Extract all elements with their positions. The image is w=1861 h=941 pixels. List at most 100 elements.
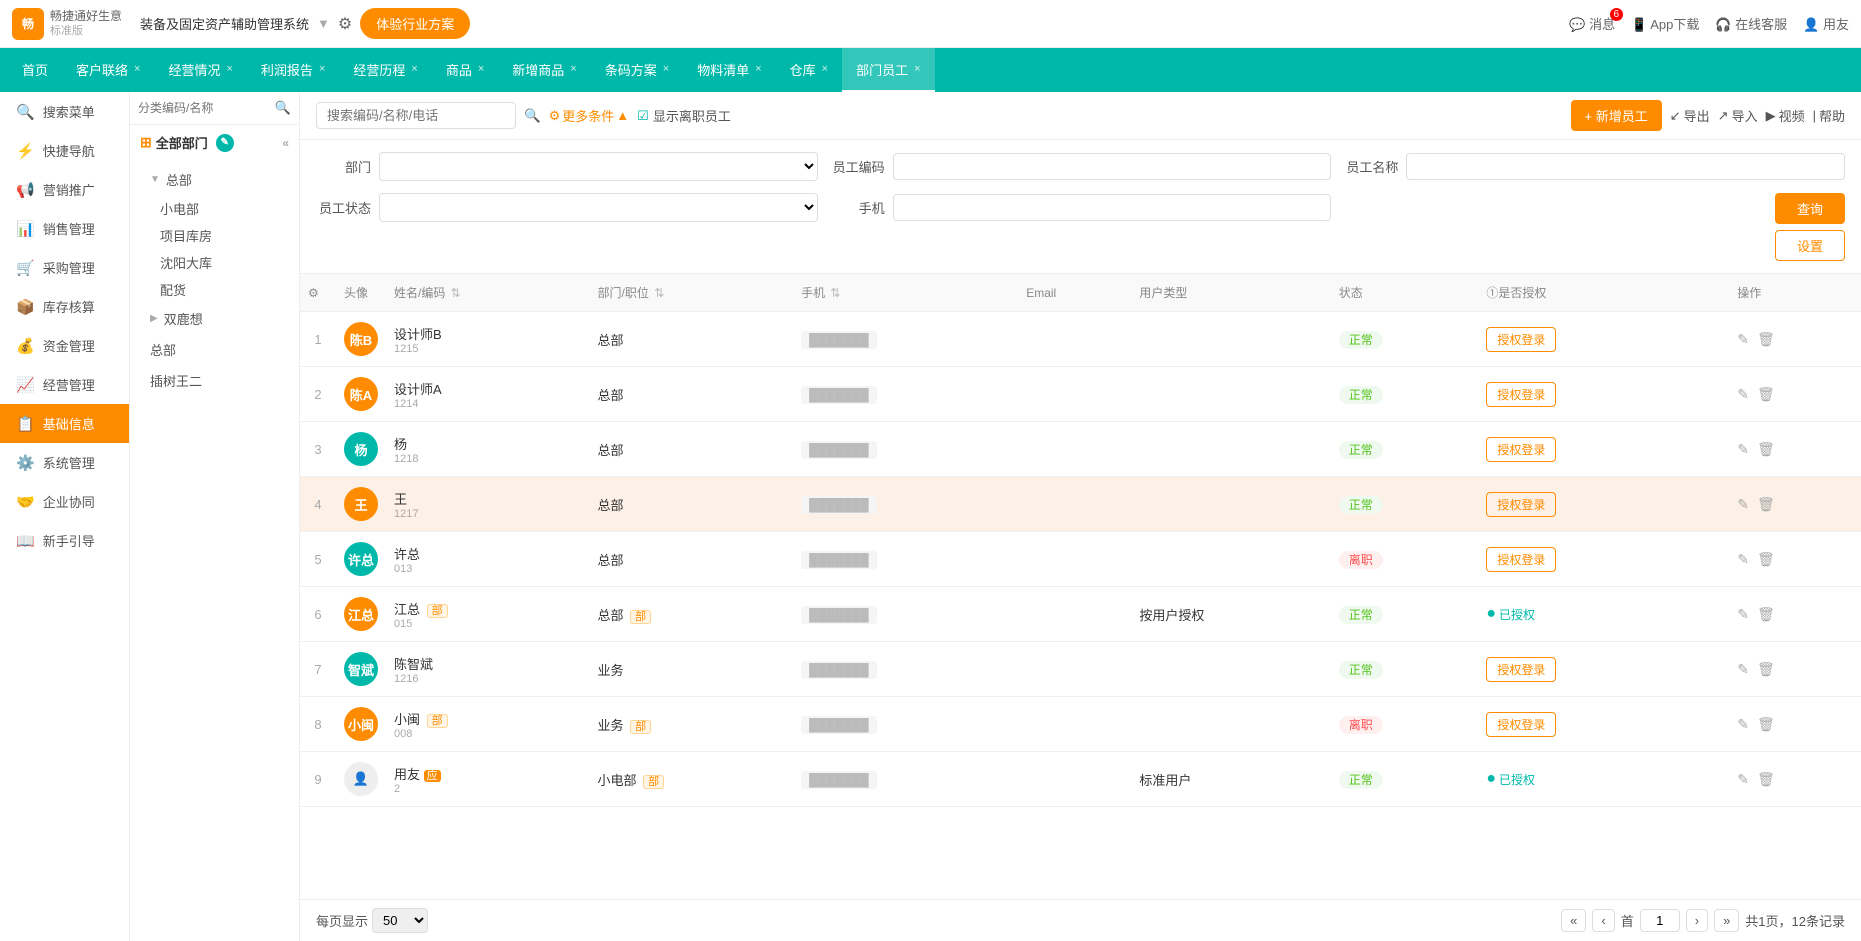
tab-bom[interactable]: 物料清单 ×: [683, 48, 775, 92]
delete-button[interactable]: 🗑: [1757, 661, 1775, 678]
sidebar-item-finance[interactable]: 💰 资金管理: [0, 326, 129, 365]
dept-node-shuanglu[interactable]: ▶ 双鹿想: [130, 303, 299, 334]
sidebar-item-guide[interactable]: 📖 新手引导: [0, 521, 129, 560]
sidebar-item-search[interactable]: 🔍 搜索菜单: [0, 92, 129, 131]
sidebar-item-sales[interactable]: 📊 销售管理: [0, 209, 129, 248]
close-icon[interactable]: ×: [755, 63, 761, 75]
sidebar-item-system[interactable]: ⚙️ 系统管理: [0, 443, 129, 482]
tab-home[interactable]: 首页: [8, 48, 62, 92]
edit-button[interactable]: ✎: [1737, 771, 1749, 788]
search-button[interactable]: 🔍: [524, 108, 541, 124]
auth-login-button[interactable]: 授权登录: [1486, 382, 1556, 407]
trial-button[interactable]: 体验行业方案: [360, 8, 470, 39]
tab-barcode[interactable]: 条码方案 ×: [591, 48, 683, 92]
import-button[interactable]: ↗ 导入: [1718, 106, 1758, 125]
show-resigned-checkbox[interactable]: ☑ 显示离职员工: [637, 106, 731, 125]
dept-select[interactable]: [379, 152, 818, 181]
auth-login-button[interactable]: 授权登录: [1486, 712, 1556, 737]
tab-warehouse[interactable]: 仓库 ×: [776, 48, 842, 92]
auth-login-button[interactable]: 授权登录: [1486, 437, 1556, 462]
search-input[interactable]: [316, 102, 516, 129]
more-filter-button[interactable]: ⚙ 更多条件 ▲: [549, 106, 630, 125]
dept-node-zongbu2[interactable]: 总部: [130, 334, 299, 365]
phone-input[interactable]: [893, 194, 1332, 221]
edit-button[interactable]: ✎: [1737, 661, 1749, 678]
close-icon[interactable]: ×: [319, 63, 325, 75]
edit-button[interactable]: ✎: [1737, 441, 1749, 458]
delete-button[interactable]: 🗑: [1757, 331, 1775, 348]
prev-page-button[interactable]: ‹: [1592, 909, 1614, 932]
dept-child-xiangmuhouse[interactable]: 项目库房: [130, 222, 299, 249]
close-icon[interactable]: ×: [411, 63, 417, 75]
sidebar-item-purchase[interactable]: 🛒 采购管理: [0, 248, 129, 287]
sort-icon[interactable]: ⇅: [830, 286, 840, 300]
next-page-button[interactable]: ›: [1686, 909, 1708, 932]
page-number-input[interactable]: [1640, 909, 1680, 932]
col-dept-position[interactable]: 部门/职位 ⇅: [590, 274, 794, 312]
help-button[interactable]: | 帮助: [1813, 106, 1845, 125]
app-download-button[interactable]: 📱 App下载: [1631, 14, 1699, 33]
tab-department-staff[interactable]: 部门员工 ×: [842, 48, 934, 92]
user-menu[interactable]: 👤 用友: [1803, 14, 1849, 33]
message-button[interactable]: 💬 消息 6: [1569, 14, 1615, 33]
close-icon[interactable]: ×: [134, 63, 140, 75]
online-service-button[interactable]: 🎧 在线客服: [1715, 14, 1787, 33]
collapse-icon[interactable]: «: [282, 136, 289, 150]
sidebar-item-business[interactable]: 📈 经营管理: [0, 365, 129, 404]
dept-child-xiaodianbu[interactable]: 小电部: [130, 195, 299, 222]
edit-button[interactable]: ✎: [1737, 496, 1749, 513]
auth-login-button[interactable]: 授权登录: [1486, 327, 1556, 352]
edit-button[interactable]: ✎: [1737, 716, 1749, 733]
set-action-button[interactable]: 设置: [1775, 230, 1845, 261]
dept-child-shenyangdaku[interactable]: 沈阳大库: [130, 249, 299, 276]
close-icon[interactable]: ×: [570, 63, 576, 75]
tab-profit[interactable]: 利润报告 ×: [247, 48, 339, 92]
export-button[interactable]: ↙ 导出: [1670, 106, 1710, 125]
col-phone[interactable]: 手机 ⇅: [793, 274, 1018, 312]
emp-code-input[interactable]: [893, 153, 1332, 180]
delete-button[interactable]: 🗑: [1757, 386, 1775, 403]
sort-icon[interactable]: ⇅: [654, 286, 664, 300]
dept-node-zongbu[interactable]: ▼ 总部: [130, 164, 299, 195]
tab-customer[interactable]: 客户联络 ×: [62, 48, 154, 92]
dept-node-chashuwang[interactable]: 插树王二: [130, 365, 299, 396]
sidebar-item-marketing[interactable]: 📢 营销推广: [0, 170, 129, 209]
auth-login-button[interactable]: 授权登录: [1486, 547, 1556, 572]
delete-button[interactable]: 🗑: [1757, 496, 1775, 513]
delete-button[interactable]: 🗑: [1757, 606, 1775, 623]
edit-button[interactable]: ✎: [1737, 551, 1749, 568]
close-icon[interactable]: ×: [663, 63, 669, 75]
delete-button[interactable]: 🗑: [1757, 771, 1775, 788]
tab-history[interactable]: 经营历程 ×: [339, 48, 431, 92]
dept-search-input[interactable]: [138, 101, 271, 115]
close-icon[interactable]: ×: [226, 63, 232, 75]
view-button[interactable]: ▶ 视频: [1766, 106, 1805, 125]
add-employee-button[interactable]: + 新增员工: [1571, 100, 1662, 131]
dept-all-header[interactable]: ⊞ 全部部门 ✎ «: [130, 125, 299, 160]
sidebar-item-collab[interactable]: 🤝 企业协同: [0, 482, 129, 521]
edit-icon[interactable]: ✎: [216, 134, 234, 152]
auth-login-button[interactable]: 授权登录: [1486, 657, 1556, 682]
tab-goods[interactable]: 商品 ×: [432, 48, 498, 92]
tab-new-goods[interactable]: 新增商品 ×: [498, 48, 590, 92]
emp-name-input[interactable]: [1406, 153, 1845, 180]
edit-button[interactable]: ✎: [1737, 386, 1749, 403]
close-icon[interactable]: ×: [914, 63, 920, 75]
search-action-button[interactable]: 查询: [1775, 193, 1845, 224]
sort-icon[interactable]: ⇅: [451, 286, 461, 300]
dept-child-peihuo[interactable]: 配货: [130, 276, 299, 303]
col-name-code[interactable]: 姓名/编码 ⇅: [386, 274, 590, 312]
last-page-button[interactable]: »: [1714, 909, 1739, 932]
delete-button[interactable]: 🗑: [1757, 716, 1775, 733]
tab-operation[interactable]: 经营情况 ×: [154, 48, 246, 92]
first-page-button[interactable]: «: [1561, 909, 1586, 932]
close-icon[interactable]: ×: [478, 63, 484, 75]
close-icon[interactable]: ×: [822, 63, 828, 75]
sidebar-item-basic[interactable]: 📋 基础信息: [0, 404, 129, 443]
col-settings[interactable]: ⚙: [300, 274, 336, 312]
delete-button[interactable]: 🗑: [1757, 441, 1775, 458]
auth-login-button[interactable]: 授权登录: [1486, 492, 1556, 517]
per-page-select[interactable]: 50 20 100: [372, 908, 428, 933]
emp-status-select[interactable]: 正常 离职: [379, 193, 818, 222]
sidebar-item-inventory[interactable]: 📦 库存核算: [0, 287, 129, 326]
